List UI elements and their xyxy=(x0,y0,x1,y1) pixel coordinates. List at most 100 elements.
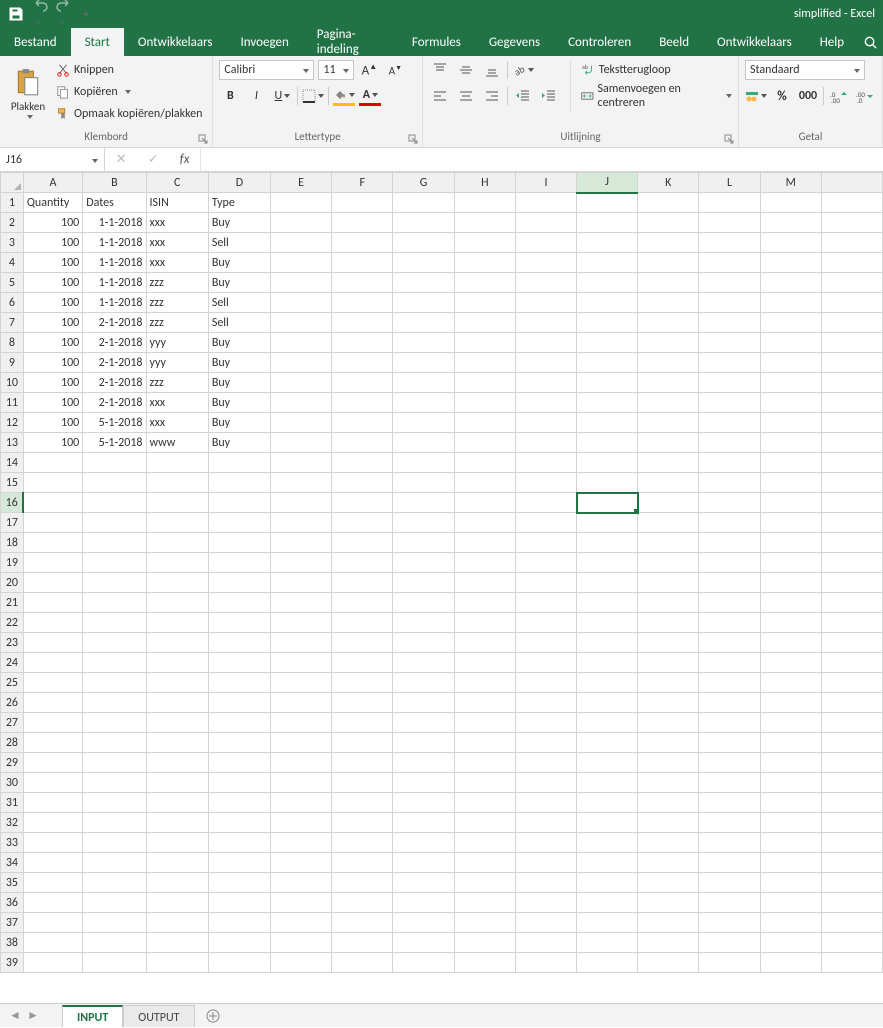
cell[interactable] xyxy=(515,913,576,933)
cell[interactable] xyxy=(270,313,331,333)
cell[interactable]: zzz xyxy=(146,293,208,313)
cell[interactable] xyxy=(83,793,146,813)
cell[interactable] xyxy=(577,833,638,853)
cell[interactable] xyxy=(23,793,82,813)
cell[interactable] xyxy=(23,673,82,693)
cell[interactable]: Buy xyxy=(208,373,270,393)
cell[interactable] xyxy=(515,513,576,533)
cell[interactable] xyxy=(23,653,82,673)
cell[interactable] xyxy=(760,333,821,353)
cell[interactable] xyxy=(760,793,821,813)
cell[interactable] xyxy=(760,893,821,913)
cell[interactable] xyxy=(515,813,576,833)
cell[interactable] xyxy=(83,493,146,513)
font-name-combo[interactable]: Calibri xyxy=(219,60,314,80)
cell[interactable]: Sell xyxy=(208,233,270,253)
cell[interactable] xyxy=(83,733,146,753)
select-all-cell[interactable] xyxy=(1,173,24,193)
cell[interactable] xyxy=(208,753,270,773)
cell[interactable] xyxy=(515,473,576,493)
cell[interactable] xyxy=(638,713,699,733)
cell[interactable] xyxy=(515,853,576,873)
cell[interactable] xyxy=(393,233,454,253)
cell[interactable] xyxy=(332,553,393,573)
cancel-formula-icon[interactable]: ✕ xyxy=(116,152,127,167)
cell[interactable] xyxy=(332,253,393,273)
cell[interactable] xyxy=(822,553,883,573)
cell[interactable] xyxy=(208,853,270,873)
cell[interactable] xyxy=(638,633,699,653)
wrap-text-button[interactable]: ab Tekstterugloop xyxy=(581,60,732,80)
cell[interactable] xyxy=(208,893,270,913)
cell[interactable] xyxy=(638,813,699,833)
cell[interactable] xyxy=(270,353,331,373)
cell[interactable] xyxy=(332,473,393,493)
cell[interactable] xyxy=(332,573,393,593)
cell[interactable] xyxy=(23,713,82,733)
cell[interactable] xyxy=(146,453,208,473)
cell[interactable] xyxy=(454,893,515,913)
cell[interactable] xyxy=(146,953,208,973)
cell[interactable] xyxy=(822,413,883,433)
cell[interactable] xyxy=(699,813,760,833)
cell[interactable] xyxy=(577,253,638,273)
cell[interactable] xyxy=(454,393,515,413)
cell[interactable] xyxy=(699,673,760,693)
cell[interactable] xyxy=(760,613,821,633)
cell[interactable] xyxy=(822,613,883,633)
cell[interactable] xyxy=(515,873,576,893)
cell[interactable] xyxy=(332,353,393,373)
cell[interactable] xyxy=(760,733,821,753)
cell[interactable] xyxy=(270,413,331,433)
cell[interactable] xyxy=(638,853,699,873)
tab-controleren[interactable]: Controleren xyxy=(554,28,645,56)
cell[interactable] xyxy=(270,713,331,733)
tab-ontwikkelaars[interactable]: Ontwikkelaars xyxy=(124,28,227,56)
cell[interactable] xyxy=(822,793,883,813)
cell[interactable] xyxy=(23,573,82,593)
tab-ontwikkelaars-2[interactable]: Ontwikkelaars xyxy=(703,28,806,56)
cell[interactable] xyxy=(699,293,760,313)
cell[interactable] xyxy=(699,693,760,713)
cell[interactable] xyxy=(83,553,146,573)
cell[interactable] xyxy=(23,693,82,713)
cell[interactable] xyxy=(270,253,331,273)
cell[interactable] xyxy=(638,593,699,613)
cell[interactable] xyxy=(515,933,576,953)
cell[interactable] xyxy=(822,393,883,413)
cell[interactable] xyxy=(146,893,208,913)
cell[interactable] xyxy=(332,593,393,613)
cell[interactable] xyxy=(270,813,331,833)
cell[interactable] xyxy=(332,453,393,473)
cell[interactable] xyxy=(760,693,821,713)
cell[interactable]: 100 xyxy=(23,373,82,393)
cell[interactable] xyxy=(577,353,638,373)
column-header[interactable]: G xyxy=(393,173,454,193)
cell[interactable] xyxy=(638,673,699,693)
cell[interactable] xyxy=(393,593,454,613)
cell[interactable] xyxy=(699,393,760,413)
decrease-decimal-button[interactable]: .00.0 xyxy=(854,86,876,106)
cell[interactable] xyxy=(208,573,270,593)
cell[interactable] xyxy=(699,513,760,533)
cell[interactable]: 1-1-2018 xyxy=(83,233,146,253)
cell[interactable] xyxy=(393,713,454,733)
cell[interactable] xyxy=(515,673,576,693)
cell[interactable] xyxy=(638,473,699,493)
cell[interactable] xyxy=(577,493,638,513)
italic-button[interactable]: I xyxy=(245,86,267,106)
cell[interactable] xyxy=(454,633,515,653)
cell[interactable] xyxy=(699,253,760,273)
decrease-indent-button[interactable] xyxy=(512,86,534,106)
cell[interactable] xyxy=(146,813,208,833)
cell[interactable] xyxy=(822,373,883,393)
cell[interactable] xyxy=(638,353,699,373)
cell[interactable]: 2-1-2018 xyxy=(83,313,146,333)
cell[interactable] xyxy=(393,653,454,673)
cell[interactable] xyxy=(699,953,760,973)
cell[interactable]: 100 xyxy=(23,213,82,233)
cell[interactable] xyxy=(760,813,821,833)
row-header[interactable]: 29 xyxy=(1,753,24,773)
cell[interactable] xyxy=(270,613,331,633)
cell[interactable] xyxy=(822,233,883,253)
